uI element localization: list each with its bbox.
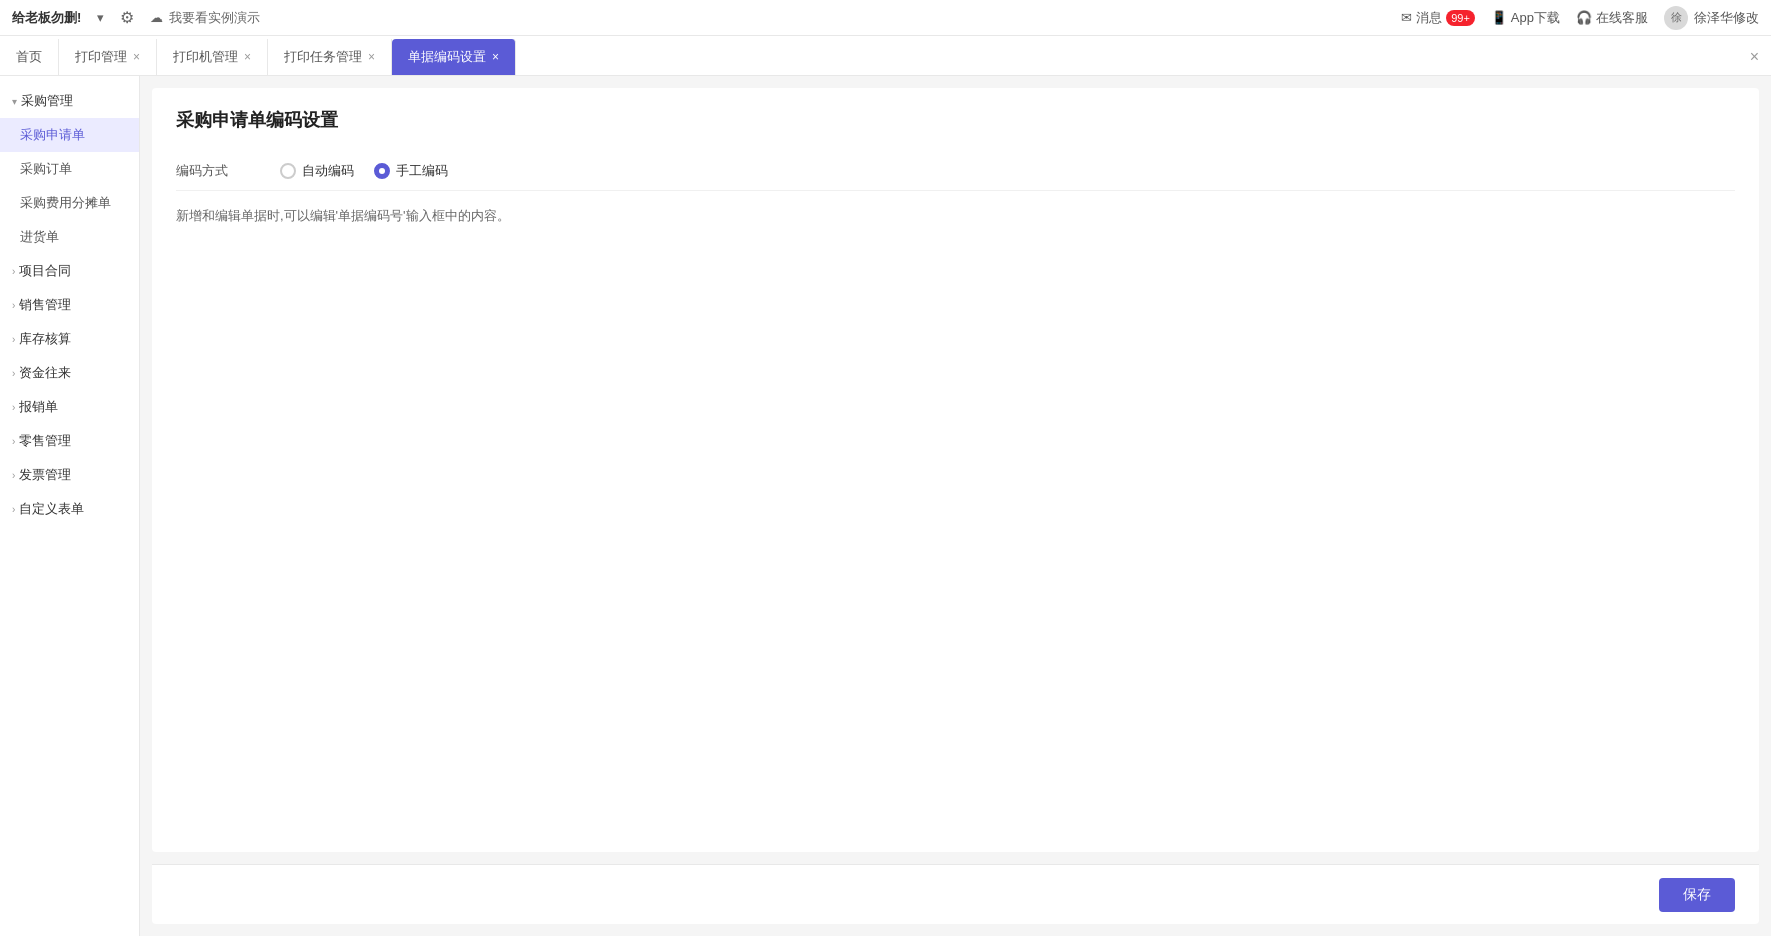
sidebar-group-label-returns: 报销单 (19, 398, 58, 416)
content-area: 采购申请单编码设置 编码方式 自动编码 手工编码 新增和编辑单据时,可以编辑'单… (140, 76, 1771, 936)
main-layout: ▾采购管理采购申请单采购订单采购费用分摊单进货单›项目合同›销售管理›库存核算›… (0, 76, 1771, 936)
tab-label-print-task-mgmt: 打印任务管理 (284, 48, 362, 66)
top-bar-left: 给老板勿删! ▾ ⚙ ☁ 我要看实例演示 (12, 8, 260, 27)
example-label: 我要看实例演示 (169, 9, 260, 27)
tab-doc-code-setting[interactable]: 单据编码设置 × (392, 39, 516, 75)
chevron-icon-custom-forms: › (12, 504, 15, 515)
chevron-icon-invoice-mgmt: › (12, 470, 15, 481)
coding-mode-label: 编码方式 (176, 162, 256, 180)
settings-icon[interactable]: ⚙ (120, 8, 134, 27)
sidebar-group-header-project-contract[interactable]: › 项目合同 (0, 254, 139, 288)
message-badge: 99+ (1446, 10, 1475, 26)
sidebar-item-purchase-request[interactable]: 采购申请单 (0, 118, 139, 152)
tab-printer-mgmt[interactable]: 打印机管理 × (157, 39, 268, 75)
auto-code-label: 自动编码 (302, 162, 354, 180)
sidebar-group-label-fund-flow: 资金往来 (19, 364, 71, 382)
manual-code-option[interactable]: 手工编码 (374, 162, 448, 180)
sidebar-group-header-invoice-mgmt[interactable]: › 发票管理 (0, 458, 139, 492)
sidebar-group-inventory: › 库存核算 (0, 322, 139, 356)
user-menu-button[interactable]: 徐 徐泽华修改 (1664, 6, 1759, 30)
auto-code-radio[interactable] (280, 163, 296, 179)
sidebar-group-invoice-mgmt: › 发票管理 (0, 458, 139, 492)
sidebar-item-inbound[interactable]: 进货单 (0, 220, 139, 254)
sidebar-group-label-sales-mgmt: 销售管理 (19, 296, 71, 314)
online-service-button[interactable]: 🎧 在线客服 (1576, 9, 1648, 27)
coding-mode-radio-group: 自动编码 手工编码 (280, 162, 448, 180)
sidebar-item-purchase-order[interactable]: 采购订单 (0, 152, 139, 186)
app-download-label: App下载 (1511, 9, 1560, 27)
sidebar-group-header-fund-flow[interactable]: › 资金往来 (0, 356, 139, 390)
chevron-icon-fund-flow: › (12, 368, 15, 379)
sidebar-group-header-purchase-mgmt[interactable]: ▾ 采购管理 (0, 84, 139, 118)
chevron-icon-inventory: › (12, 334, 15, 345)
sidebar-group-project-contract: › 项目合同 (0, 254, 139, 288)
tab-home[interactable]: 首页 (0, 39, 59, 75)
sidebar-group-label-retail-mgmt: 零售管理 (19, 432, 71, 450)
tab-label-print-mgmt: 打印管理 (75, 48, 127, 66)
tab-print-mgmt[interactable]: 打印管理 × (59, 39, 157, 75)
chevron-icon-sales-mgmt: › (12, 300, 15, 311)
page-title: 采购申请单编码设置 (176, 108, 1735, 132)
bottom-bar: 保存 (152, 864, 1759, 924)
content-inner: 采购申请单编码设置 编码方式 自动编码 手工编码 新增和编辑单据时,可以编辑'单… (152, 88, 1759, 852)
cloud-icon: ☁ (150, 10, 163, 25)
app-download-button[interactable]: 📱 App下载 (1491, 9, 1560, 27)
sidebar-group-sales-mgmt: › 销售管理 (0, 288, 139, 322)
sidebar-group-retail-mgmt: › 零售管理 (0, 424, 139, 458)
sidebar-group-purchase-mgmt: ▾ 采购管理采购申请单采购订单采购费用分摊单进货单 (0, 84, 139, 254)
sidebar-group-returns: › 报销单 (0, 390, 139, 424)
auto-code-option[interactable]: 自动编码 (280, 162, 354, 180)
sidebar-group-header-custom-forms[interactable]: › 自定义表单 (0, 492, 139, 526)
sidebar-group-label-inventory: 库存核算 (19, 330, 71, 348)
top-bar-right: ✉ 消息 99+ 📱 App下载 🎧 在线客服 徐 徐泽华修改 (1401, 6, 1759, 30)
chevron-icon-returns: › (12, 402, 15, 413)
sidebar-item-purchase-expense[interactable]: 采购费用分摊单 (0, 186, 139, 220)
coding-mode-row: 编码方式 自动编码 手工编码 (176, 152, 1735, 191)
sidebar-group-header-inventory[interactable]: › 库存核算 (0, 322, 139, 356)
dropdown-button[interactable]: ▾ (97, 10, 104, 25)
tab-label-home: 首页 (16, 48, 42, 66)
tab-label-doc-code-setting: 单据编码设置 (408, 48, 486, 66)
tab-close-doc-code-setting[interactable]: × (492, 50, 499, 64)
sidebar-group-header-retail-mgmt[interactable]: › 零售管理 (0, 424, 139, 458)
sidebar-group-header-returns[interactable]: › 报销单 (0, 390, 139, 424)
manual-code-radio[interactable] (374, 163, 390, 179)
tab-bar-global-close[interactable]: × (1738, 39, 1771, 75)
sidebar: ▾采购管理采购申请单采购订单采购费用分摊单进货单›项目合同›销售管理›库存核算›… (0, 76, 140, 936)
chevron-icon-retail-mgmt: › (12, 436, 15, 447)
example-button[interactable]: ☁ 我要看实例演示 (150, 9, 260, 27)
tab-bar: 首页 打印管理 × 打印机管理 × 打印任务管理 × 单据编码设置 × × (0, 36, 1771, 76)
top-bar: 给老板勿删! ▾ ⚙ ☁ 我要看实例演示 ✉ 消息 99+ 📱 App下载 🎧 … (0, 0, 1771, 36)
tab-close-printer-mgmt[interactable]: × (244, 50, 251, 64)
tab-close-print-mgmt[interactable]: × (133, 50, 140, 64)
manual-code-label: 手工编码 (396, 162, 448, 180)
chevron-icon-project-contract: › (12, 266, 15, 277)
chevron-icon-purchase-mgmt: ▾ (12, 96, 17, 107)
sidebar-group-label-purchase-mgmt: 采购管理 (21, 92, 73, 110)
sidebar-group-label-invoice-mgmt: 发票管理 (19, 466, 71, 484)
headset-icon: 🎧 (1576, 10, 1592, 25)
avatar: 徐 (1664, 6, 1688, 30)
tab-close-print-task-mgmt[interactable]: × (368, 50, 375, 64)
description-text: 新增和编辑单据时,可以编辑'单据编码号'输入框中的内容。 (176, 207, 1735, 225)
app-icon: 📱 (1491, 10, 1507, 25)
sidebar-group-fund-flow: › 资金往来 (0, 356, 139, 390)
message-label: 消息 (1416, 9, 1442, 27)
online-service-label: 在线客服 (1596, 9, 1648, 27)
tab-print-task-mgmt[interactable]: 打印任务管理 × (268, 39, 392, 75)
save-button[interactable]: 保存 (1659, 878, 1735, 912)
message-button[interactable]: ✉ 消息 99+ (1401, 9, 1475, 27)
sidebar-group-custom-forms: › 自定义表单 (0, 492, 139, 526)
sidebar-group-header-sales-mgmt[interactable]: › 销售管理 (0, 288, 139, 322)
dropdown-icon: ▾ (97, 10, 104, 25)
tab-label-printer-mgmt: 打印机管理 (173, 48, 238, 66)
brand-label: 给老板勿删! (12, 9, 81, 27)
message-icon: ✉ (1401, 10, 1412, 25)
sidebar-group-label-custom-forms: 自定义表单 (19, 500, 84, 518)
sidebar-group-label-project-contract: 项目合同 (19, 262, 71, 280)
user-name-label: 徐泽华修改 (1694, 9, 1759, 27)
